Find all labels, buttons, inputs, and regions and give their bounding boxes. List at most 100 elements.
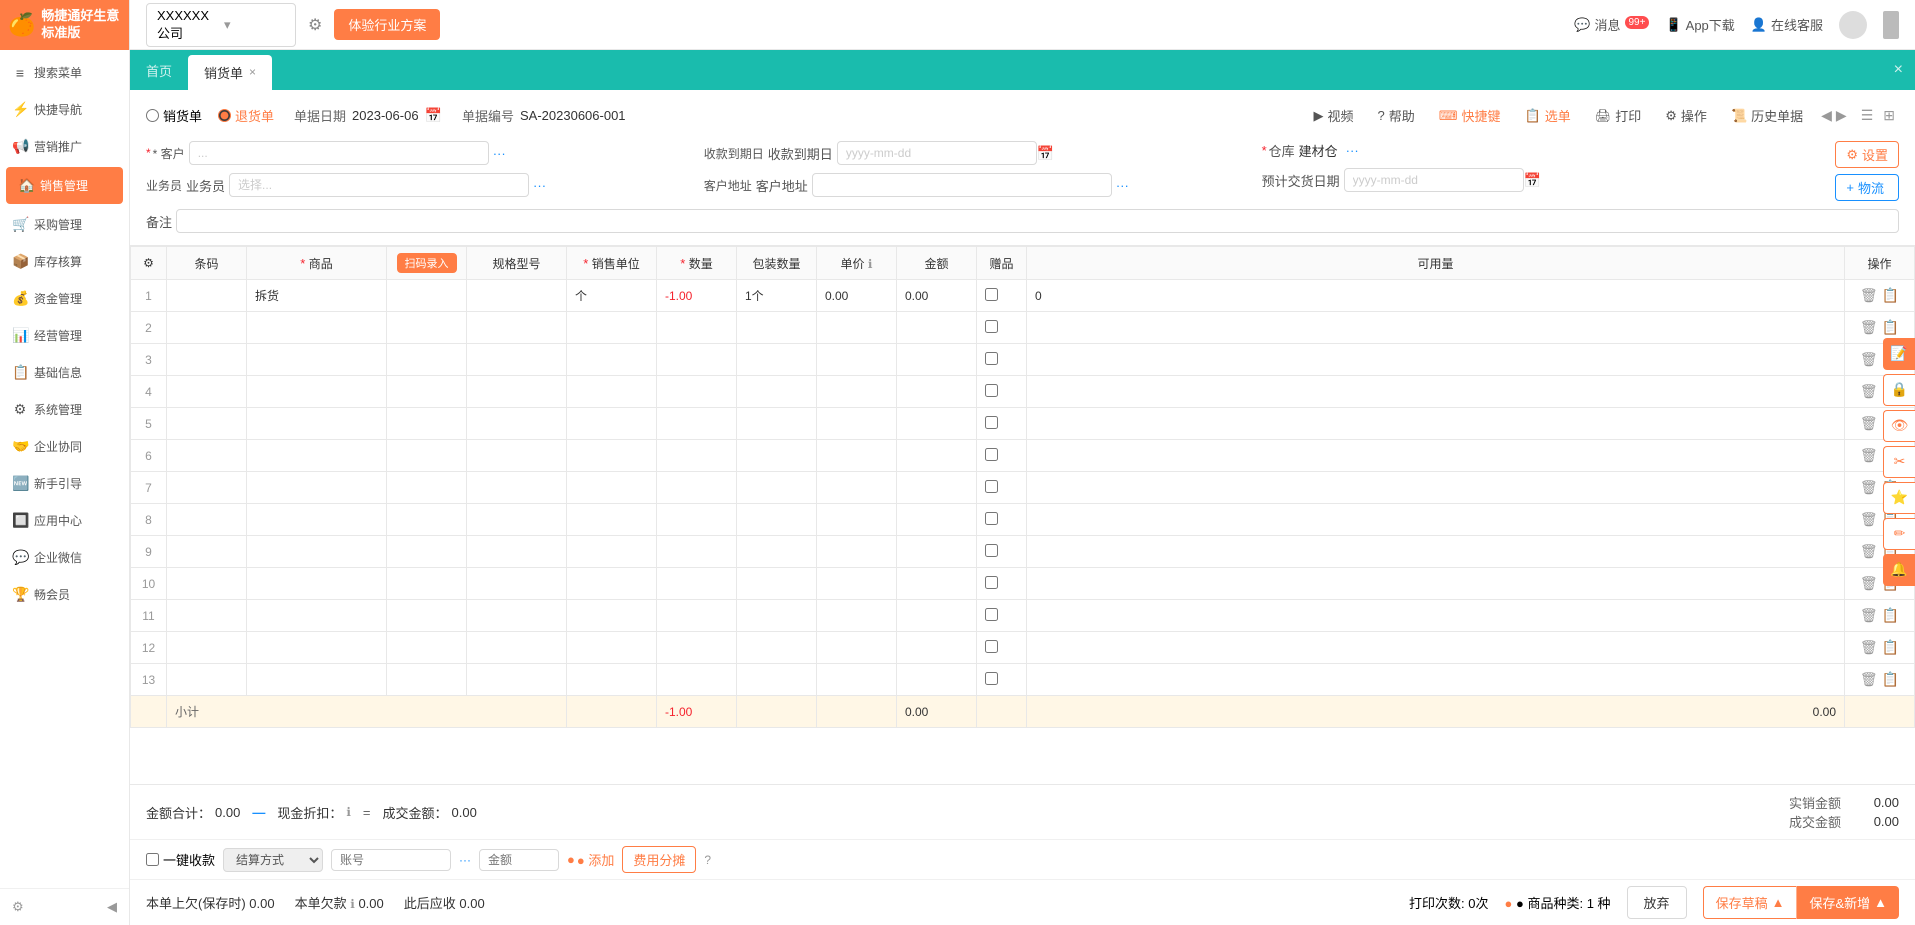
- salesperson-input[interactable]: [229, 173, 529, 197]
- unit-price-info-icon[interactable]: ℹ: [868, 257, 873, 271]
- company-selector[interactable]: XXXXXX公司 ▾: [146, 3, 296, 47]
- row-12-gift[interactable]: [985, 640, 998, 653]
- tab-sales-order[interactable]: 销货单 ×: [188, 55, 272, 90]
- one-click-pay-input[interactable]: [146, 853, 159, 866]
- app-download-button[interactable]: 📱 App下载: [1665, 15, 1734, 34]
- online-service-button[interactable]: 👤 在线客服: [1751, 15, 1823, 34]
- row-10-gift[interactable]: [985, 576, 998, 589]
- trial-button[interactable]: 体验行业方案: [334, 9, 440, 40]
- side-action-1[interactable]: 📝: [1883, 338, 1915, 370]
- row-1-gift-checkbox[interactable]: [985, 288, 998, 301]
- row-6-del[interactable]: 🗑: [1860, 447, 1878, 464]
- row-12-cpy[interactable]: 📋: [1882, 639, 1899, 656]
- toolbar-select[interactable]: 📋 选单: [1517, 102, 1579, 129]
- row-3-qty[interactable]: [657, 344, 737, 376]
- tab-home[interactable]: 首页: [130, 53, 188, 88]
- delivery-date-picker[interactable]: 📅: [1524, 172, 1541, 189]
- row-1-barcode[interactable]: [167, 280, 247, 312]
- scan-button[interactable]: 扫码录入: [397, 253, 457, 273]
- sidebar-item-base[interactable]: 📋 基础信息: [0, 354, 129, 391]
- save-new-button[interactable]: 保存&新增 ▲: [1796, 886, 1899, 919]
- sidebar-item-corp[interactable]: 🤝 企业协同: [0, 428, 129, 465]
- sidebar-item-quick-nav[interactable]: ⚡ 快捷导航: [0, 91, 129, 128]
- row-7-del[interactable]: 🗑: [1860, 479, 1878, 496]
- abandon-button[interactable]: 放弃: [1627, 886, 1687, 919]
- sidebar-item-marketing[interactable]: 📢 营销推广: [0, 128, 129, 165]
- payment-amount-input[interactable]: [479, 849, 559, 871]
- topbar-settings-icon[interactable]: ⚙: [308, 15, 322, 35]
- logistics-button[interactable]: + 物流: [1835, 174, 1899, 201]
- customer-more-icon[interactable]: ···: [493, 146, 506, 161]
- row-8-gift[interactable]: [985, 512, 998, 525]
- row-11-cpy[interactable]: 📋: [1882, 607, 1899, 624]
- row-13-cpy[interactable]: 📋: [1882, 671, 1899, 688]
- customer-addr-input[interactable]: [812, 173, 1112, 197]
- row-1-unit[interactable]: 个: [567, 280, 657, 312]
- toolbar-ops[interactable]: ⚙ 操作: [1657, 102, 1715, 129]
- toolbar-print[interactable]: 🖨 打印: [1587, 102, 1650, 129]
- row-1-product[interactable]: 拆货: [247, 280, 387, 312]
- tab-close-icon[interactable]: ×: [249, 65, 256, 79]
- settings-button[interactable]: ⚙ 设置: [1835, 141, 1899, 168]
- row-2-gift[interactable]: [977, 312, 1027, 344]
- row-3-unit[interactable]: [567, 344, 657, 376]
- row-5-gift[interactable]: [985, 416, 998, 429]
- salesperson-more-icon[interactable]: ···: [533, 178, 546, 193]
- prev-record[interactable]: ◀: [1819, 105, 1834, 126]
- messages-button[interactable]: 💬 消息 99+: [1574, 15, 1649, 34]
- row-3-barcode[interactable]: [167, 344, 247, 376]
- sidebar-item-member[interactable]: 🏆 畅会员: [0, 576, 129, 613]
- user-avatar[interactable]: [1839, 11, 1867, 39]
- toolbar-history[interactable]: 📜 历史单据: [1723, 102, 1811, 129]
- side-action-2[interactable]: 🔒: [1883, 374, 1915, 406]
- one-click-pay-checkbox[interactable]: 一键收款: [146, 850, 215, 869]
- delivery-date-input[interactable]: [1344, 168, 1524, 192]
- radio-return[interactable]: 退货单: [218, 106, 274, 125]
- user-avatar-2[interactable]: [1883, 11, 1899, 39]
- row-11-del[interactable]: 🗑: [1860, 607, 1878, 624]
- row-1-unit-price[interactable]: 0.00: [817, 280, 897, 312]
- sidebar-collapse-icon[interactable]: ◀: [107, 899, 117, 915]
- toolbar-help[interactable]: ? 帮助: [1370, 102, 1423, 129]
- radio-return-input[interactable]: [218, 109, 231, 122]
- row-9-gift[interactable]: [985, 544, 998, 557]
- due-date-input[interactable]: [837, 141, 1037, 165]
- radio-sales[interactable]: 销货单: [146, 106, 202, 125]
- row-1-qty[interactable]: -1.00: [657, 280, 737, 312]
- sidebar-item-sales[interactable]: 🏠 销售管理: [6, 167, 123, 204]
- addr-more-icon[interactable]: ···: [1116, 178, 1129, 193]
- row-2-gift-checkbox[interactable]: [985, 320, 998, 333]
- discount-info-icon[interactable]: ℹ: [346, 805, 351, 819]
- row-1-copy[interactable]: 📋: [1882, 287, 1899, 304]
- row-6-gift[interactable]: [985, 448, 998, 461]
- row-2-unit-price[interactable]: [817, 312, 897, 344]
- row-13-del[interactable]: 🗑: [1860, 671, 1878, 688]
- row-2-delete[interactable]: 🗑: [1860, 319, 1878, 336]
- account-input[interactable]: [331, 849, 451, 871]
- sidebar-settings-icon[interactable]: ⚙: [12, 899, 24, 915]
- side-action-3[interactable]: 👁: [1883, 410, 1915, 442]
- side-action-5[interactable]: ⭐: [1883, 482, 1915, 514]
- sidebar-item-appstore[interactable]: 🔲 应用中心: [0, 502, 129, 539]
- row-3-gift[interactable]: [985, 352, 998, 365]
- row-8-del[interactable]: 🗑: [1860, 511, 1878, 528]
- fee-info-icon[interactable]: ?: [704, 853, 711, 867]
- sidebar-item-ops[interactable]: 📊 经营管理: [0, 317, 129, 354]
- side-action-7[interactable]: 🔔: [1883, 554, 1915, 586]
- sidebar-item-system[interactable]: ⚙ 系统管理: [0, 391, 129, 428]
- row-12-del[interactable]: 🗑: [1860, 639, 1878, 656]
- arrears-info-icon[interactable]: ℹ: [350, 897, 355, 911]
- row-2-copy[interactable]: 📋: [1882, 319, 1899, 336]
- row-2-unit[interactable]: [567, 312, 657, 344]
- sidebar-item-search[interactable]: ≡ 搜索菜单: [0, 54, 129, 91]
- row-3-pkg[interactable]: [737, 344, 817, 376]
- account-more-icon[interactable]: ···: [459, 853, 471, 867]
- row-1-gift[interactable]: [977, 280, 1027, 312]
- row-3-price[interactable]: [817, 344, 897, 376]
- customer-input[interactable]: [189, 141, 489, 165]
- row-7-gift[interactable]: [985, 480, 998, 493]
- sidebar-item-wechat[interactable]: 💬 企业微信: [0, 539, 129, 576]
- row-3-del[interactable]: 🗑: [1860, 351, 1878, 368]
- row-2-spec[interactable]: [467, 312, 567, 344]
- row-2-amount[interactable]: [897, 312, 977, 344]
